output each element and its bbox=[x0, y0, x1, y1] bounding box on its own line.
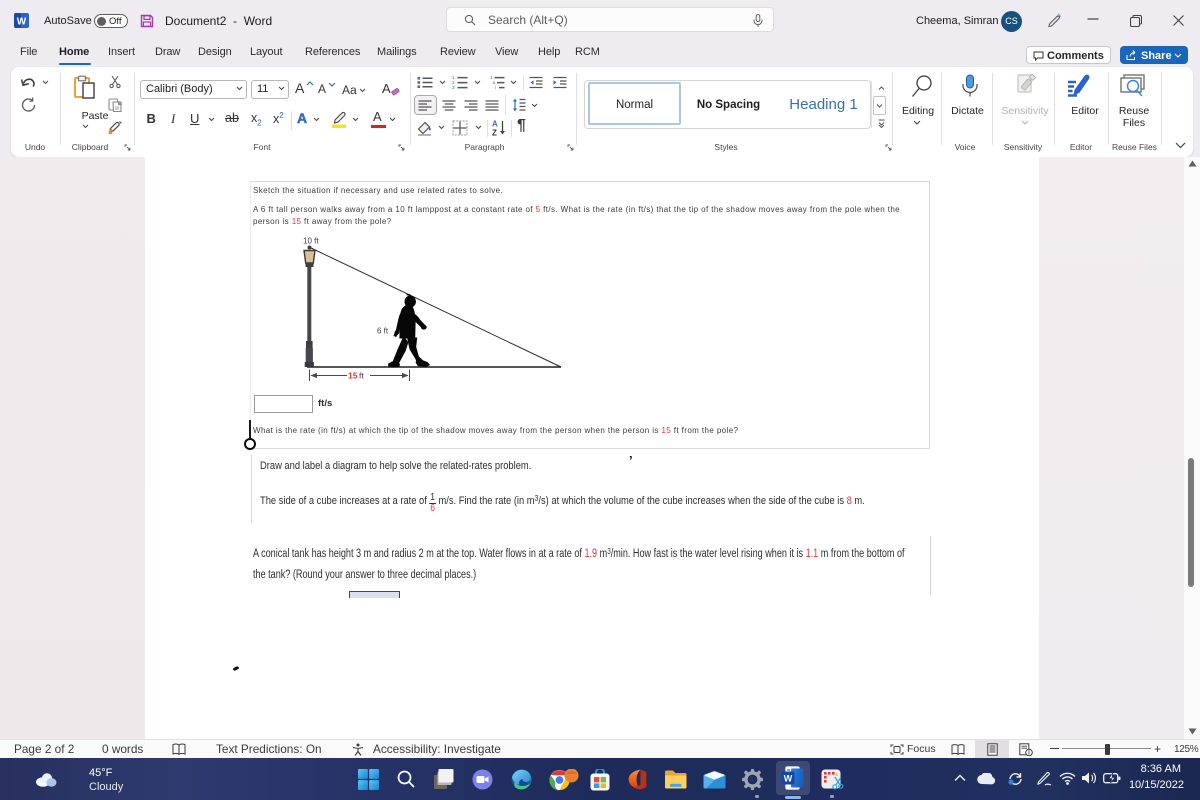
svg-text:6 ft: 6 ft bbox=[377, 327, 389, 336]
svg-text:10 ft: 10 ft bbox=[303, 237, 319, 246]
svg-text:W: W bbox=[17, 17, 27, 28]
svg-text:A: A bbox=[492, 120, 498, 129]
svg-text:W: W bbox=[784, 773, 793, 783]
svg-text:3: 3 bbox=[452, 85, 455, 90]
svg-text:Z: Z bbox=[492, 129, 497, 138]
svg-text:ft: ft bbox=[359, 371, 364, 381]
svg-text:i: i bbox=[495, 85, 496, 90]
svg-text:15: 15 bbox=[348, 371, 358, 381]
